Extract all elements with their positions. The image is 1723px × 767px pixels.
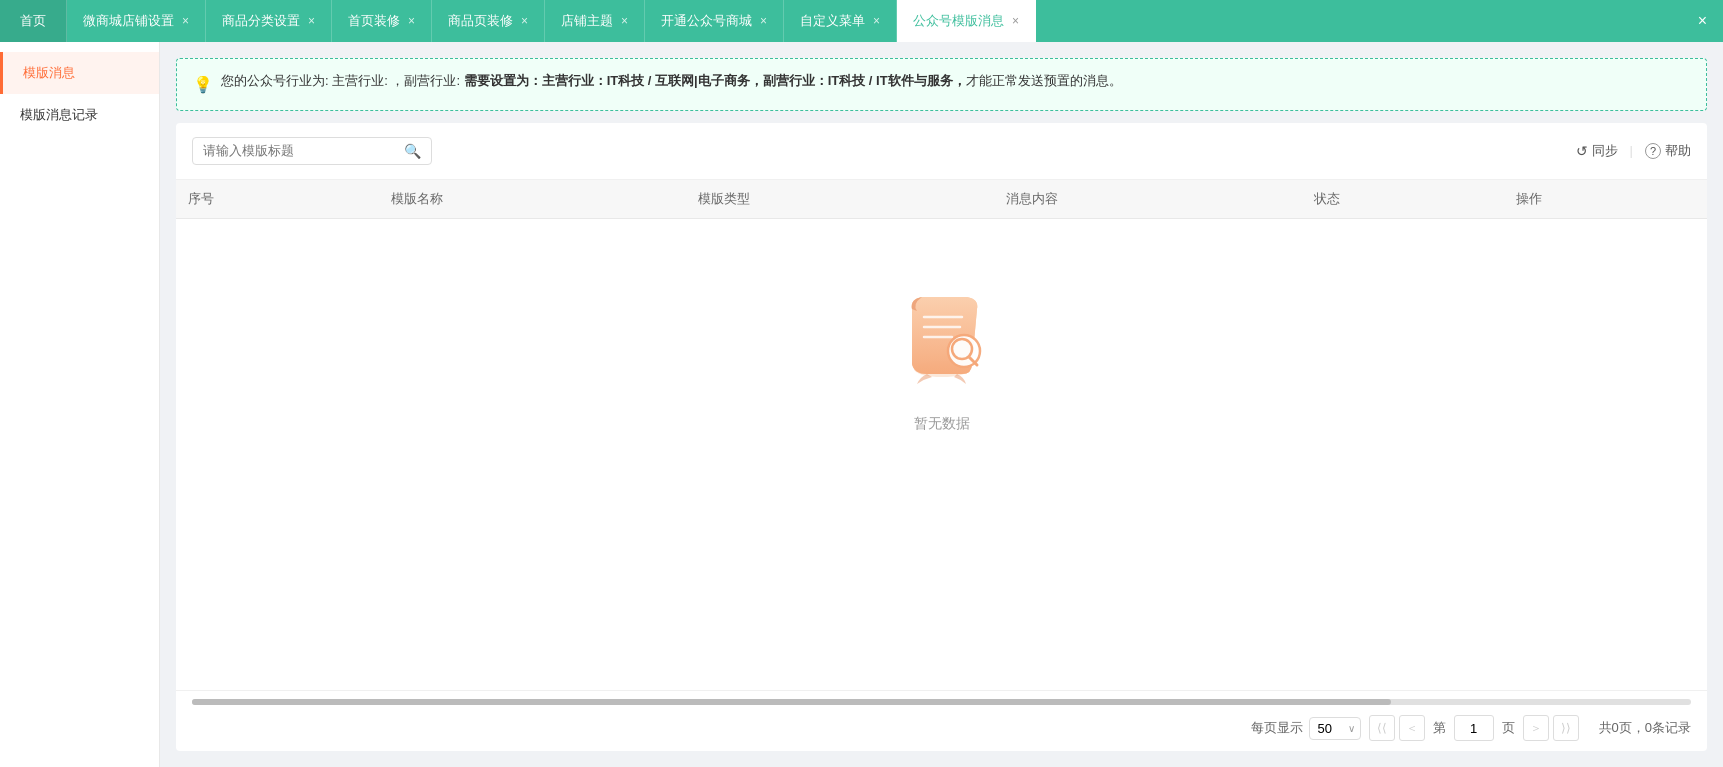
tab-close-home-decoration[interactable]: × bbox=[408, 14, 415, 28]
tab-label-product-decoration: 商品页装修 bbox=[448, 12, 513, 30]
tab-home-decoration[interactable]: 首页装修 × bbox=[332, 0, 432, 42]
scrollbar-thumb bbox=[192, 699, 1391, 705]
notice-banner: 💡 您的公众号行业为: 主营行业: ，副营行业: 需要设置为：主营行业：IT科技… bbox=[176, 58, 1707, 111]
page-number-input[interactable] bbox=[1454, 715, 1494, 741]
close-all-tabs-button[interactable]: × bbox=[1682, 12, 1723, 30]
tab-label-product-category: 商品分类设置 bbox=[222, 12, 300, 30]
search-icon[interactable]: 🔍 bbox=[404, 143, 421, 159]
col-header-name: 模版名称 bbox=[379, 180, 687, 219]
tab-label-template-message: 公众号模版消息 bbox=[913, 12, 1004, 30]
prev-page-button[interactable]: ＜ bbox=[1399, 715, 1425, 741]
next-page-button[interactable]: ＞ bbox=[1523, 715, 1549, 741]
bulb-icon: 💡 bbox=[193, 72, 213, 98]
tab-home[interactable]: 首页 bbox=[0, 0, 67, 42]
sidebar: 模版消息模版消息记录 bbox=[0, 42, 160, 767]
tab-close-product-category[interactable]: × bbox=[308, 14, 315, 28]
col-header-status: 状态 bbox=[1302, 180, 1505, 219]
tab-weshop-settings[interactable]: 微商城店铺设置 × bbox=[67, 0, 206, 42]
tab-label-custom-menu: 自定义菜单 bbox=[800, 12, 865, 30]
tab-open-public-shop[interactable]: 开通公众号商城 × bbox=[645, 0, 784, 42]
tab-close-open-public-shop[interactable]: × bbox=[760, 14, 767, 28]
data-table: 序号模版名称模版类型消息内容状态操作 bbox=[176, 180, 1707, 219]
tab-close-weshop-settings[interactable]: × bbox=[182, 14, 189, 28]
refresh-icon: ↺ bbox=[1576, 143, 1588, 159]
per-page-select-wrap: 50 10 20 100 bbox=[1309, 717, 1361, 740]
tab-close-template-message[interactable]: × bbox=[1012, 14, 1019, 28]
table-container: 🔍 ↺ 同步 | ? 帮助 序号 bbox=[176, 123, 1707, 751]
pagination-nav: ⟨⟨ ＜ 第 页 ＞ ⟩⟩ bbox=[1369, 715, 1579, 741]
total-label: 共0页，0条记录 bbox=[1599, 719, 1691, 737]
per-page-select[interactable]: 50 10 20 100 bbox=[1309, 717, 1361, 740]
col-header-content: 消息内容 bbox=[994, 180, 1302, 219]
empty-text: 暂无数据 bbox=[914, 415, 970, 433]
tab-close-product-decoration[interactable]: × bbox=[521, 14, 528, 28]
search-input[interactable] bbox=[203, 143, 404, 158]
tab-shop-theme[interactable]: 店铺主题 × bbox=[545, 0, 645, 42]
tab-close-shop-theme[interactable]: × bbox=[621, 14, 628, 28]
tab-template-message[interactable]: 公众号模版消息 × bbox=[897, 0, 1036, 42]
notice-text: 您的公众号行业为: 主营行业: ，副营行业: 需要设置为：主营行业：IT科技 /… bbox=[221, 71, 1122, 92]
tab-label-weshop-settings: 微商城店铺设置 bbox=[83, 12, 174, 30]
tab-product-category[interactable]: 商品分类设置 × bbox=[206, 0, 332, 42]
divider: | bbox=[1630, 143, 1633, 158]
tab-bar: 首页微商城店铺设置×商品分类设置×首页装修×商品页装修×店铺主题×开通公众号商城… bbox=[0, 0, 1723, 42]
main-layout: 模版消息模版消息记录 💡 您的公众号行业为: 主营行业: ，副营行业: 需要设置… bbox=[0, 42, 1723, 767]
sidebar-item-template-msg[interactable]: 模版消息 bbox=[0, 52, 159, 94]
tab-close-custom-menu[interactable]: × bbox=[873, 14, 880, 28]
empty-state: 暂无数据 bbox=[176, 219, 1707, 473]
content-area: 💡 您的公众号行业为: 主营行业: ，副营行业: 需要设置为：主营行业：IT科技… bbox=[160, 42, 1723, 767]
search-input-wrap: 🔍 bbox=[192, 137, 432, 165]
tab-product-decoration[interactable]: 商品页装修 × bbox=[432, 0, 545, 42]
tab-label-open-public-shop: 开通公众号商城 bbox=[661, 12, 752, 30]
sync-button[interactable]: ↺ 同步 bbox=[1576, 142, 1618, 160]
empty-illustration bbox=[882, 279, 1002, 399]
last-page-button[interactable]: ⟩⟩ bbox=[1553, 715, 1579, 741]
table-wrapper: 序号模版名称模版类型消息内容状态操作 bbox=[176, 180, 1707, 690]
col-header-index: 序号 bbox=[176, 180, 379, 219]
per-page-wrap: 每页显示 50 10 20 100 bbox=[1251, 717, 1361, 740]
first-page-button[interactable]: ⟨⟨ bbox=[1369, 715, 1395, 741]
help-icon: ? bbox=[1645, 143, 1661, 159]
scrollbar-track bbox=[192, 699, 1691, 705]
pagination: 每页显示 50 10 20 100 ⟨⟨ ＜ 第 页 bbox=[176, 705, 1707, 751]
sidebar-item-template-msg-record[interactable]: 模版消息记录 bbox=[0, 94, 159, 136]
horizontal-scrollbar[interactable] bbox=[176, 690, 1707, 705]
tab-custom-menu[interactable]: 自定义菜单 × bbox=[784, 0, 897, 42]
help-button[interactable]: ? 帮助 bbox=[1645, 142, 1691, 160]
tab-label-home-decoration: 首页装修 bbox=[348, 12, 400, 30]
toolbar-right: ↺ 同步 | ? 帮助 bbox=[1576, 142, 1691, 160]
col-header-action: 操作 bbox=[1504, 180, 1707, 219]
tab-label-home: 首页 bbox=[20, 12, 46, 30]
col-header-type: 模版类型 bbox=[686, 180, 994, 219]
search-bar: 🔍 ↺ 同步 | ? 帮助 bbox=[176, 123, 1707, 180]
tab-label-shop-theme: 店铺主题 bbox=[561, 12, 613, 30]
